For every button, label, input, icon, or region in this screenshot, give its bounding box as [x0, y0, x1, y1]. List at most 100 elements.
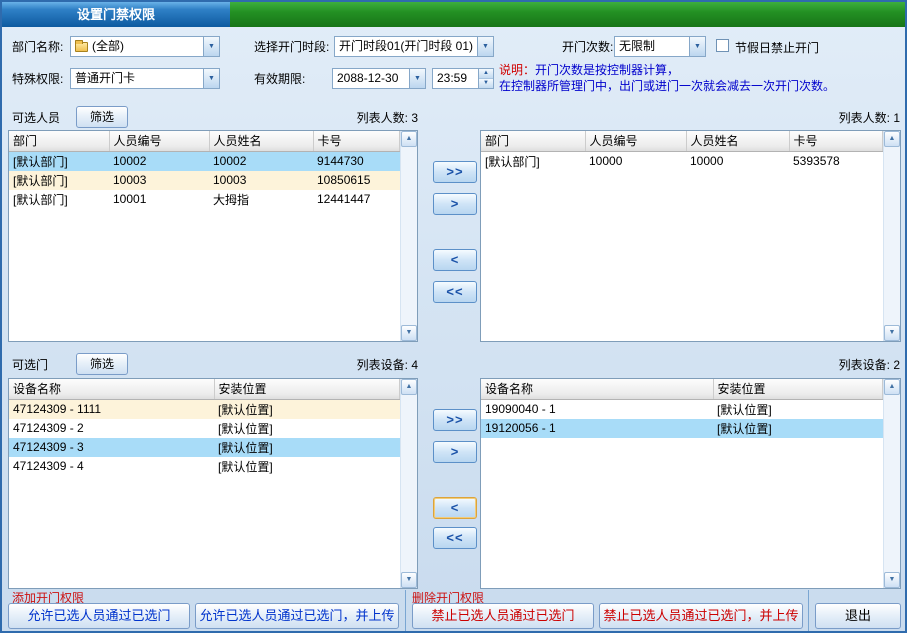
- table-cell: 10003: [109, 171, 209, 190]
- chevron-down-icon[interactable]: ▼: [409, 69, 425, 88]
- table-row[interactable]: 19120056 - 1[默认位置]: [481, 419, 883, 438]
- note-label: 说明：: [499, 63, 535, 77]
- available-doors-title: 可选门: [12, 357, 48, 373]
- column-header[interactable]: 卡号: [313, 131, 400, 151]
- table-cell: 10850615: [313, 171, 400, 190]
- time-spinner[interactable]: ▲ ▼: [478, 69, 493, 88]
- time-period-select[interactable]: 开门时段01(开门时段 01) ▼: [334, 36, 494, 57]
- allow-selected-button[interactable]: 允许已选人员通过已选门: [8, 603, 190, 629]
- table-cell: [默认位置]: [713, 419, 883, 438]
- holiday-ban-checkbox[interactable]: [716, 39, 729, 52]
- table-cell: [默认位置]: [713, 399, 883, 419]
- valid-time-value: 23:59: [437, 69, 478, 88]
- table-row[interactable]: [默认部门]10001大拇指12441447: [9, 190, 400, 209]
- column-header[interactable]: 卡号: [789, 131, 883, 151]
- dialog-set-door-permissions: 设置门禁权限 部门名称: (全部) ▼ 选择开门时段: 开门时段01(开门时段 …: [0, 0, 907, 633]
- table-cell: 19120056 - 1: [481, 419, 713, 438]
- scroll-up-icon[interactable]: ▲: [884, 131, 900, 147]
- doors-move-left-button[interactable]: <: [433, 497, 477, 519]
- table-row[interactable]: 47124309 - 4[默认位置]: [9, 457, 400, 476]
- table-cell: [默认部门]: [481, 151, 585, 171]
- chevron-down-icon[interactable]: ▼: [203, 69, 219, 88]
- available-persons-list: 部门人员编号人员姓名卡号[默认部门]10002100029144730[默认部门…: [8, 130, 418, 342]
- holiday-ban-label: 节假日禁止开门: [735, 40, 819, 56]
- scrollbar[interactable]: ▲ ▼: [400, 379, 417, 588]
- scroll-up-icon[interactable]: ▲: [401, 131, 417, 147]
- table-cell: 19090040 - 1: [481, 399, 713, 419]
- table-row[interactable]: [默认部门]10002100029144730: [9, 151, 400, 171]
- column-header[interactable]: 部门: [9, 131, 109, 151]
- special-permission-value: 普通开门卡: [75, 69, 203, 88]
- persons-move-left-button[interactable]: <: [433, 249, 477, 271]
- valid-time-field[interactable]: 23:59 ▲ ▼: [432, 68, 494, 89]
- column-header[interactable]: 人员编号: [109, 131, 209, 151]
- scrollbar[interactable]: ▲ ▼: [883, 131, 900, 341]
- table-cell: [默认位置]: [214, 457, 400, 476]
- column-header[interactable]: 人员姓名: [686, 131, 789, 151]
- persons-move-all-right-button[interactable]: >>: [433, 161, 477, 183]
- persons-move-right-button[interactable]: >: [433, 193, 477, 215]
- table-row[interactable]: 47124309 - 2[默认位置]: [9, 419, 400, 438]
- doors-move-all-left-button[interactable]: <<: [433, 527, 477, 549]
- department-select[interactable]: (全部) ▼: [70, 36, 220, 57]
- column-header[interactable]: 安装位置: [214, 379, 400, 399]
- deny-selected-upload-button[interactable]: 禁止已选人员通过已选门，并上传: [599, 603, 803, 629]
- doors-move-all-right-button[interactable]: >>: [433, 409, 477, 431]
- scroll-up-icon[interactable]: ▲: [401, 379, 417, 395]
- column-header[interactable]: 设备名称: [9, 379, 214, 399]
- table-row[interactable]: 19090040 - 1[默认位置]: [481, 399, 883, 419]
- table-cell: 9144730: [313, 151, 400, 171]
- table-row[interactable]: 47124309 - 1111[默认位置]: [9, 399, 400, 419]
- column-header[interactable]: 设备名称: [481, 379, 713, 399]
- selected-persons-list: 部门人员编号人员姓名卡号[默认部门]10000100005393578 ▲ ▼: [480, 130, 901, 342]
- column-header[interactable]: 人员姓名: [209, 131, 313, 151]
- scrollbar-track[interactable]: [884, 147, 900, 325]
- table-row[interactable]: [默认部门]10000100005393578: [481, 151, 883, 171]
- column-header[interactable]: 人员编号: [585, 131, 686, 151]
- open-times-select[interactable]: 无限制 ▼: [614, 36, 706, 57]
- time-period-value: 开门时段01(开门时段 01): [339, 37, 477, 56]
- persons-filter-button[interactable]: 筛选: [76, 106, 128, 128]
- chevron-down-icon[interactable]: ▼: [689, 37, 705, 56]
- scrollbar[interactable]: ▲ ▼: [400, 131, 417, 341]
- table-cell: [默认位置]: [214, 419, 400, 438]
- scrollbar[interactable]: ▲ ▼: [883, 379, 900, 588]
- table-cell: 10000: [585, 151, 686, 171]
- scroll-down-icon[interactable]: ▼: [884, 572, 900, 588]
- valid-date-select[interactable]: 2088-12-30 ▼: [332, 68, 426, 89]
- exit-button[interactable]: 退出: [815, 603, 901, 629]
- deny-selected-button[interactable]: 禁止已选人员通过已选门: [412, 603, 594, 629]
- chevron-down-icon[interactable]: ▼: [203, 37, 219, 56]
- chevron-down-icon[interactable]: ▼: [477, 37, 493, 56]
- scroll-down-icon[interactable]: ▼: [401, 325, 417, 341]
- table-cell: [默认部门]: [9, 171, 109, 190]
- table-cell: [默认位置]: [214, 438, 400, 457]
- doors-move-right-button[interactable]: >: [433, 441, 477, 463]
- folder-icon: [75, 42, 88, 52]
- persons-right-count: 列表人数: 1: [762, 110, 900, 126]
- scroll-up-icon[interactable]: ▲: [884, 379, 900, 395]
- note-text-1: 开门次数是按控制器计算，: [535, 63, 679, 77]
- table-cell: 47124309 - 1111: [9, 399, 214, 419]
- scrollbar-track[interactable]: [401, 147, 417, 325]
- table-row[interactable]: [默认部门]100031000310850615: [9, 171, 400, 190]
- special-permission-select[interactable]: 普通开门卡 ▼: [70, 68, 220, 89]
- doors-filter-button[interactable]: 筛选: [76, 353, 128, 375]
- note-line2: 在控制器所管理门中，出门或进门一次就会减去一次开门次数。: [499, 77, 835, 94]
- persons-left-count: 列表人数: 3: [302, 110, 418, 126]
- scrollbar-track[interactable]: [884, 395, 900, 572]
- scroll-down-icon[interactable]: ▼: [401, 572, 417, 588]
- spin-down-icon[interactable]: ▼: [479, 78, 493, 88]
- table-cell: 12441447: [313, 190, 400, 209]
- scrollbar-track[interactable]: [401, 395, 417, 572]
- allow-selected-upload-button[interactable]: 允许已选人员通过已选门，并上传: [195, 603, 399, 629]
- scroll-down-icon[interactable]: ▼: [884, 325, 900, 341]
- column-header[interactable]: 安装位置: [713, 379, 883, 399]
- column-header[interactable]: 部门: [481, 131, 585, 151]
- table-row[interactable]: 47124309 - 3[默认位置]: [9, 438, 400, 457]
- table-cell: 47124309 - 4: [9, 457, 214, 476]
- persons-move-all-left-button[interactable]: <<: [433, 281, 477, 303]
- table-cell: 10003: [209, 171, 313, 190]
- table-cell: 47124309 - 3: [9, 438, 214, 457]
- spin-up-icon[interactable]: ▲: [479, 69, 493, 78]
